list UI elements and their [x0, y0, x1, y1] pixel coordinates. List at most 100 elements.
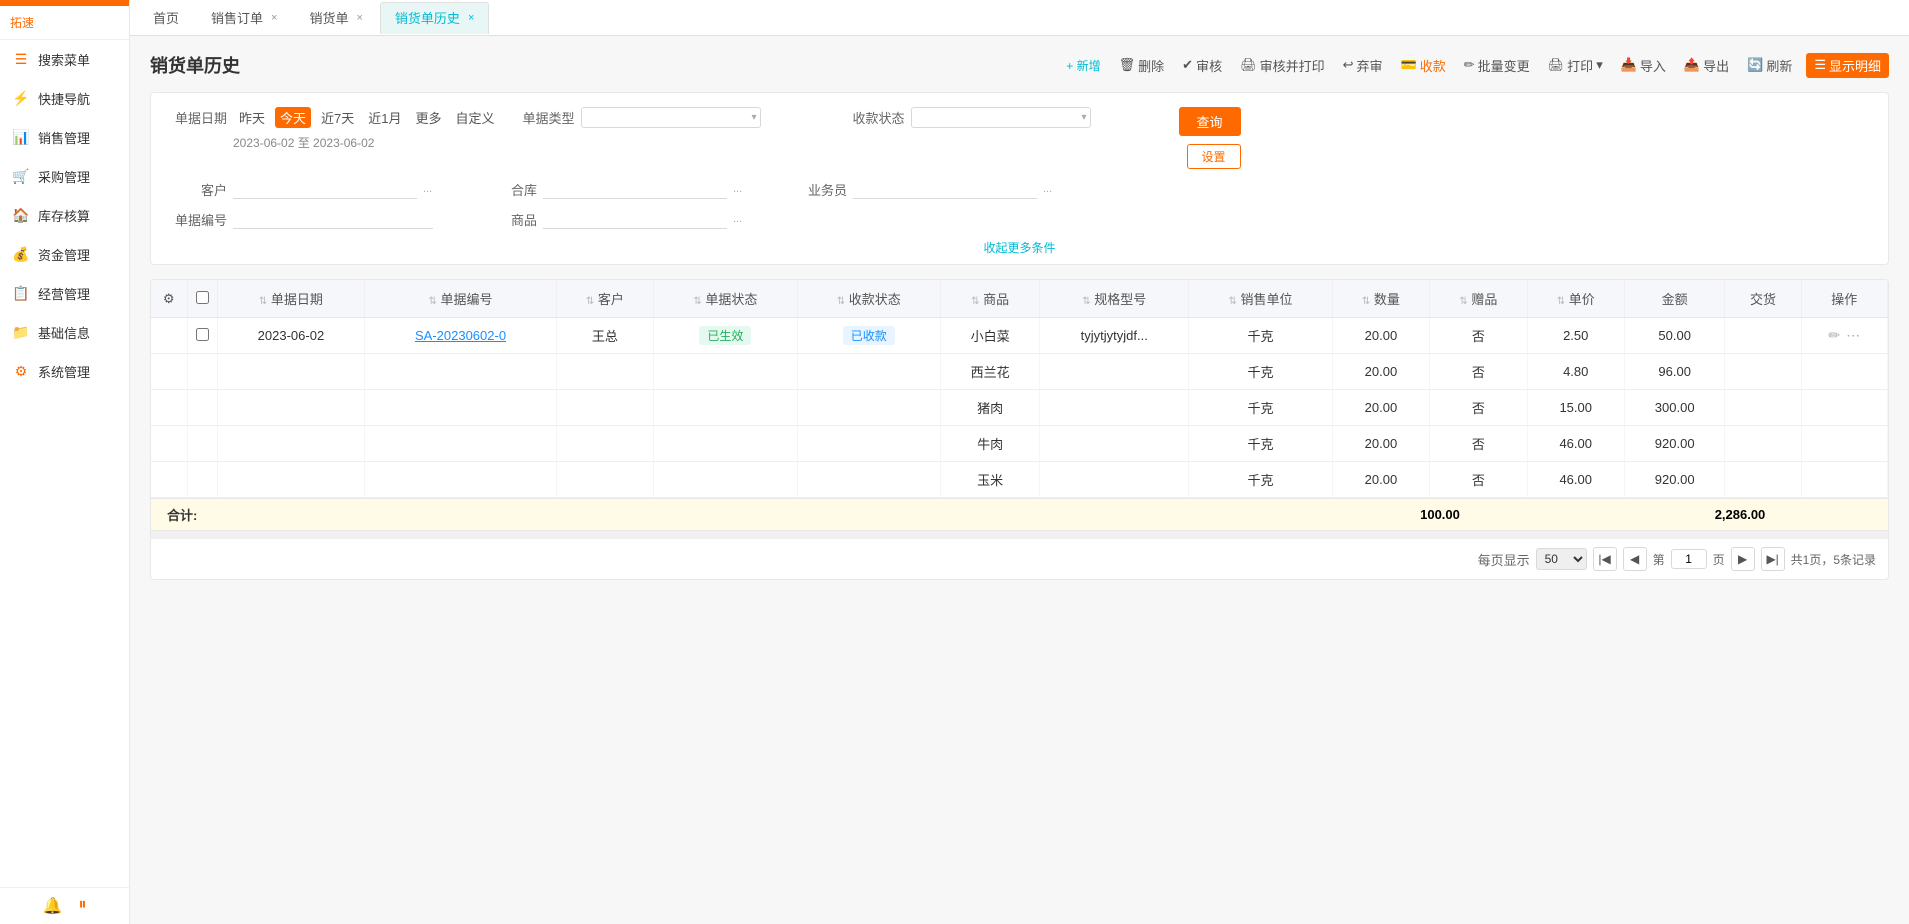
cell-goods: 西兰花	[941, 354, 1040, 390]
edit-icon[interactable]: ✏	[1828, 327, 1840, 344]
filter-toggle-btn[interactable]: 收起更多条件	[171, 239, 1868, 256]
audit-print-button[interactable]: 🖨 审核并打印	[1236, 54, 1329, 77]
sidebar-bottom-bar: 🔔 ⏸	[0, 887, 129, 924]
tab-sales-invoice-close[interactable]: ×	[356, 12, 362, 24]
cell-checkbox[interactable]	[187, 318, 217, 354]
warehouse-dots[interactable]: ...	[733, 183, 742, 195]
select-all-checkbox[interactable]	[196, 291, 209, 304]
payment-status-select[interactable]	[911, 107, 1091, 128]
tab-sales-order[interactable]: 销售订单 ×	[196, 2, 292, 34]
customer-input[interactable]	[233, 179, 417, 199]
customer-label: 客户	[171, 180, 227, 199]
show-detail-button[interactable]: ☰ 显示明细	[1806, 53, 1889, 78]
setting-button[interactable]: 设置	[1187, 144, 1241, 169]
abandon-button[interactable]: ↩ 弃审	[1339, 54, 1387, 77]
doc-type-select[interactable]	[581, 107, 761, 128]
col-customer[interactable]: ⇅ 客户	[556, 280, 653, 318]
col-quantity[interactable]: ⇅ 数量	[1332, 280, 1429, 318]
sidebar-item-quick-nav[interactable]: ⚡ 快捷导航	[0, 79, 129, 118]
import-button[interactable]: 📥 导入	[1617, 54, 1670, 77]
cell-checkbox[interactable]	[187, 390, 217, 426]
warehouse-label: 合库	[481, 180, 537, 199]
page-number-input[interactable]	[1671, 549, 1707, 569]
audit-button[interactable]: ✔ 审核	[1178, 54, 1226, 77]
docno-input[interactable]	[233, 209, 433, 229]
date-opt-yesterday[interactable]: 昨天	[235, 107, 269, 128]
tab-sales-order-close[interactable]: ×	[271, 12, 277, 24]
cell-doc-status	[654, 462, 797, 498]
col-settings[interactable]: ⚙	[151, 280, 187, 318]
salesperson-dots[interactable]: ...	[1043, 183, 1052, 195]
warehouse-input[interactable]	[543, 179, 727, 199]
horizontal-scrollbar[interactable]	[151, 530, 1888, 538]
cell-customer: 王总	[556, 318, 653, 354]
first-page-btn[interactable]: |◀	[1593, 547, 1617, 571]
sidebar-item-basic-info[interactable]: 📁 基础信息	[0, 313, 129, 352]
col-checkbox[interactable]	[187, 280, 217, 318]
date-opt-7days[interactable]: 近7天	[317, 107, 358, 128]
docno-label: 单据编号	[171, 210, 227, 229]
prev-page-btn[interactable]: ◀	[1623, 547, 1647, 571]
col-payment-status[interactable]: ⇅ 收款状态	[797, 280, 940, 318]
goods-input[interactable]	[543, 209, 727, 229]
col-doc-no[interactable]: ⇅ 单据编号	[365, 280, 556, 318]
sidebar-item-fund-mgmt[interactable]: 💰 资金管理	[0, 235, 129, 274]
tab-sales-invoice[interactable]: 销货单 ×	[294, 2, 377, 34]
next-page-btn[interactable]: ▶	[1731, 547, 1755, 571]
date-opt-today[interactable]: 今天	[275, 107, 311, 128]
col-doc-date[interactable]: ⇅ 单据日期	[217, 280, 365, 318]
delete-button[interactable]: 🗑 删除	[1115, 54, 1169, 77]
cell-doc-no: SA-20230602-0	[365, 318, 556, 354]
customer-dots[interactable]: ...	[423, 183, 432, 195]
payment-status-select-wrap[interactable]	[911, 107, 1091, 128]
doc-no-link[interactable]: SA-20230602-0	[415, 328, 506, 343]
abandon-icon: ↩	[1343, 57, 1354, 73]
batch-change-button[interactable]: ✏ 批量变更	[1460, 54, 1534, 77]
row-checkbox[interactable]	[196, 328, 209, 341]
footer-total-quantity: 100.00	[1380, 507, 1500, 522]
refresh-button[interactable]: 🔄 刷新	[1743, 54, 1796, 77]
notification-icon[interactable]: 🔔	[43, 896, 63, 916]
sidebar-item-inventory[interactable]: 🏠 库存核算	[0, 196, 129, 235]
per-page-select[interactable]: 50 100	[1536, 548, 1587, 570]
query-button[interactable]: 查询	[1179, 107, 1241, 136]
sidebar-item-search-menu[interactable]: ☰ 搜索菜单	[0, 40, 129, 79]
date-options: 昨天 今天 近7天 近1月 更多 自定义	[235, 107, 499, 128]
sidebar-label-inventory: 库存核算	[38, 206, 90, 225]
cell-checkbox[interactable]	[187, 354, 217, 390]
col-unit-price[interactable]: ⇅ 单价	[1527, 280, 1624, 318]
sidebar-item-operations-mgmt[interactable]: 📋 经营管理	[0, 274, 129, 313]
tab-sales-history[interactable]: 销货单历史 ×	[380, 2, 489, 34]
col-unit[interactable]: ⇅ 销售单位	[1189, 280, 1332, 318]
col-doc-status[interactable]: ⇅ 单据状态	[654, 280, 797, 318]
salesperson-input[interactable]	[853, 179, 1037, 199]
sidebar-item-sales-mgmt[interactable]: 📊 销售管理	[0, 118, 129, 157]
export-button[interactable]: 📤 导出	[1680, 54, 1733, 77]
cell-doc-date: 2023-06-02	[217, 318, 365, 354]
new-button[interactable]: + 新增	[1062, 55, 1104, 76]
collect-button[interactable]: 💳 收款	[1397, 54, 1450, 77]
cell-settings	[151, 318, 187, 354]
date-opt-custom[interactable]: 自定义	[452, 107, 499, 128]
doc-type-select-wrap[interactable]	[581, 107, 761, 128]
tab-home[interactable]: 首页	[138, 2, 194, 34]
date-opt-1month[interactable]: 近1月	[364, 107, 405, 128]
tab-sales-history-close[interactable]: ×	[468, 12, 474, 24]
more-icon[interactable]: ⋯	[1846, 327, 1860, 344]
date-opt-more[interactable]: 更多	[412, 107, 446, 128]
col-spec[interactable]: ⇅ 规格型号	[1040, 280, 1189, 318]
cell-checkbox[interactable]	[187, 462, 217, 498]
print-button[interactable]: 🖨 打印 ▾	[1544, 54, 1607, 77]
sidebar-item-purchase-mgmt[interactable]: 🛒 采购管理	[0, 157, 129, 196]
cell-checkbox[interactable]	[187, 426, 217, 462]
sidebar-logo: 拓速	[0, 6, 129, 40]
cell-spec: tyjytjytyjdf...	[1040, 318, 1189, 354]
col-gift[interactable]: ⇅ 赠品	[1430, 280, 1527, 318]
col-goods[interactable]: ⇅ 商品	[941, 280, 1040, 318]
goods-dots[interactable]: ...	[733, 213, 742, 225]
last-page-btn[interactable]: ▶|	[1761, 547, 1785, 571]
export-icon: 📤	[1684, 57, 1700, 73]
refresh-icon: 🔄	[1747, 57, 1763, 73]
sidebar-item-system-mgmt[interactable]: ⚙ 系统管理	[0, 352, 129, 391]
pause-icon[interactable]: ⏸	[78, 896, 86, 916]
